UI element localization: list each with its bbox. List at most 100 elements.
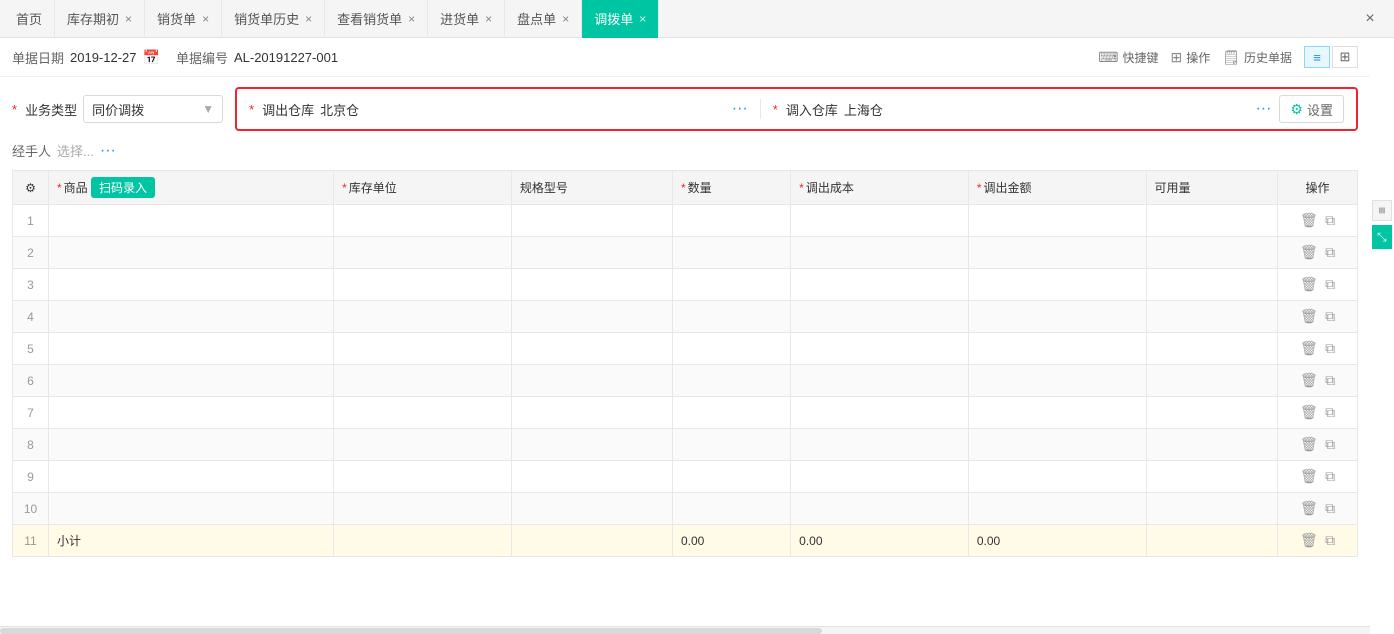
tab-inventory-init[interactable]: 库存期初 × (55, 0, 145, 38)
horizontal-scrollbar[interactable] (0, 626, 1370, 634)
delete-icon-8[interactable]: 🗑 (1300, 436, 1318, 452)
col-gear[interactable]: ⚙ (13, 171, 49, 205)
calendar-icon[interactable]: 📅 (143, 49, 160, 66)
tab-stocktake[interactable]: 盘点单 × (505, 0, 582, 38)
unit-cell-9[interactable] (334, 461, 512, 493)
cost-cell-6[interactable] (791, 365, 969, 397)
quantity-cell-7[interactable] (672, 397, 790, 429)
product-cell-6[interactable] (49, 365, 334, 397)
tab-sales-order-close[interactable]: × (202, 12, 209, 26)
unit-cell-3[interactable] (334, 269, 512, 301)
quantity-cell-4[interactable] (672, 301, 790, 333)
amount-cell-10[interactable] (968, 493, 1146, 525)
product-cell-4[interactable] (49, 301, 334, 333)
cost-cell-8[interactable] (791, 429, 969, 461)
person-placeholder[interactable]: 选择... (57, 141, 94, 160)
product-cell-3[interactable] (49, 269, 334, 301)
unit-cell-4[interactable] (334, 301, 512, 333)
unit-cell-5[interactable] (334, 333, 512, 365)
cost-cell-2[interactable] (791, 237, 969, 269)
cost-cell-10[interactable] (791, 493, 969, 525)
cost-cell-9[interactable] (791, 461, 969, 493)
warehouse-out-more-icon[interactable]: ··· (732, 100, 748, 118)
amount-cell-2[interactable] (968, 237, 1146, 269)
copy-icon[interactable]: ⧉ (1325, 532, 1335, 548)
warehouse-in-more-icon[interactable]: ··· (1255, 100, 1271, 118)
spec-cell-5[interactable] (511, 333, 672, 365)
amount-cell-9[interactable] (968, 461, 1146, 493)
cost-cell-3[interactable] (791, 269, 969, 301)
spec-cell-4[interactable] (511, 301, 672, 333)
copy-icon-6[interactable]: ⧉ (1325, 372, 1335, 388)
product-cell-7[interactable] (49, 397, 334, 429)
delete-icon[interactable]: 🗑 (1300, 532, 1318, 548)
quantity-cell-1[interactable] (672, 205, 790, 237)
copy-icon-2[interactable]: ⧉ (1325, 244, 1335, 260)
copy-icon-9[interactable]: ⧉ (1325, 468, 1335, 484)
unit-cell-10[interactable] (334, 493, 512, 525)
tab-transfer-close[interactable]: × (639, 12, 646, 26)
amount-cell-5[interactable] (968, 333, 1146, 365)
amount-cell-8[interactable] (968, 429, 1146, 461)
tab-purchase-close[interactable]: × (485, 12, 492, 26)
tab-purchase[interactable]: 进货单 × (428, 0, 505, 38)
business-type-select[interactable]: 同价调拨 ▼ (83, 95, 223, 123)
settings-button[interactable]: ⚙ 设置 (1279, 95, 1344, 123)
delete-icon-5[interactable]: 🗑 (1300, 340, 1318, 356)
delete-icon-7[interactable]: 🗑 (1300, 404, 1318, 420)
tab-sales-history[interactable]: 销货单历史 × (222, 0, 325, 38)
list-view-button[interactable]: ≡ (1304, 46, 1330, 68)
unit-cell-6[interactable] (334, 365, 512, 397)
tab-sales-order[interactable]: 销货单 × (145, 0, 222, 38)
tab-sales-history-close[interactable]: × (305, 12, 312, 26)
copy-icon-3[interactable]: ⧉ (1325, 276, 1335, 292)
delete-icon-9[interactable]: 🗑 (1300, 468, 1318, 484)
delete-icon-4[interactable]: 🗑 (1300, 308, 1318, 324)
tab-view-sales-close[interactable]: × (408, 12, 415, 26)
cost-cell-1[interactable] (791, 205, 969, 237)
spec-cell-8[interactable] (511, 429, 672, 461)
unit-cell-7[interactable] (334, 397, 512, 429)
copy-icon-7[interactable]: ⧉ (1325, 404, 1335, 420)
product-cell-1[interactable] (49, 205, 334, 237)
cost-cell-5[interactable] (791, 333, 969, 365)
delete-icon-2[interactable]: 🗑 (1300, 244, 1318, 260)
product-cell-10[interactable] (49, 493, 334, 525)
cost-cell-4[interactable] (791, 301, 969, 333)
tab-view-sales[interactable]: 查看销货单 × (325, 0, 428, 38)
quantity-cell-2[interactable] (672, 237, 790, 269)
amount-cell-7[interactable] (968, 397, 1146, 429)
tab-inventory-init-close[interactable]: × (125, 12, 132, 26)
amount-cell-3[interactable] (968, 269, 1146, 301)
amount-cell-4[interactable] (968, 301, 1146, 333)
amount-cell-1[interactable] (968, 205, 1146, 237)
spec-cell-10[interactable] (511, 493, 672, 525)
tab-transfer[interactable]: 调拨单 × (582, 0, 659, 38)
spec-cell-1[interactable] (511, 205, 672, 237)
copy-icon-8[interactable]: ⧉ (1325, 436, 1335, 452)
spec-cell-7[interactable] (511, 397, 672, 429)
tab-home[interactable]: 首页 (8, 0, 55, 38)
scan-button[interactable]: 扫码录入 (91, 177, 155, 198)
copy-icon-4[interactable]: ⧉ (1325, 308, 1335, 324)
shortcuts-button[interactable]: ⌨ 快捷键 (1098, 49, 1158, 66)
grid-view-button[interactable]: ⊞ (1332, 46, 1358, 68)
product-cell-2[interactable] (49, 237, 334, 269)
delete-icon-6[interactable]: 🗑 (1300, 372, 1318, 388)
copy-icon-5[interactable]: ⧉ (1325, 340, 1335, 356)
sidebar-expand-button[interactable]: ⤢ (1372, 225, 1392, 249)
spec-cell-9[interactable] (511, 461, 672, 493)
unit-cell-1[interactable] (334, 205, 512, 237)
delete-icon-3[interactable]: 🗑 (1300, 276, 1318, 292)
tab-stocktake-close[interactable]: × (562, 12, 569, 26)
unit-cell-2[interactable] (334, 237, 512, 269)
spec-cell-2[interactable] (511, 237, 672, 269)
operations-button[interactable]: ⊞ 操作 (1170, 49, 1210, 66)
spec-cell-6[interactable] (511, 365, 672, 397)
quantity-cell-5[interactable] (672, 333, 790, 365)
sidebar-list-button[interactable]: ≡ (1372, 200, 1392, 221)
delete-icon-10[interactable]: 🗑 (1300, 500, 1318, 516)
unit-cell-8[interactable] (334, 429, 512, 461)
history-button[interactable]: 🗒 历史单据 (1222, 49, 1292, 66)
spec-cell-3[interactable] (511, 269, 672, 301)
